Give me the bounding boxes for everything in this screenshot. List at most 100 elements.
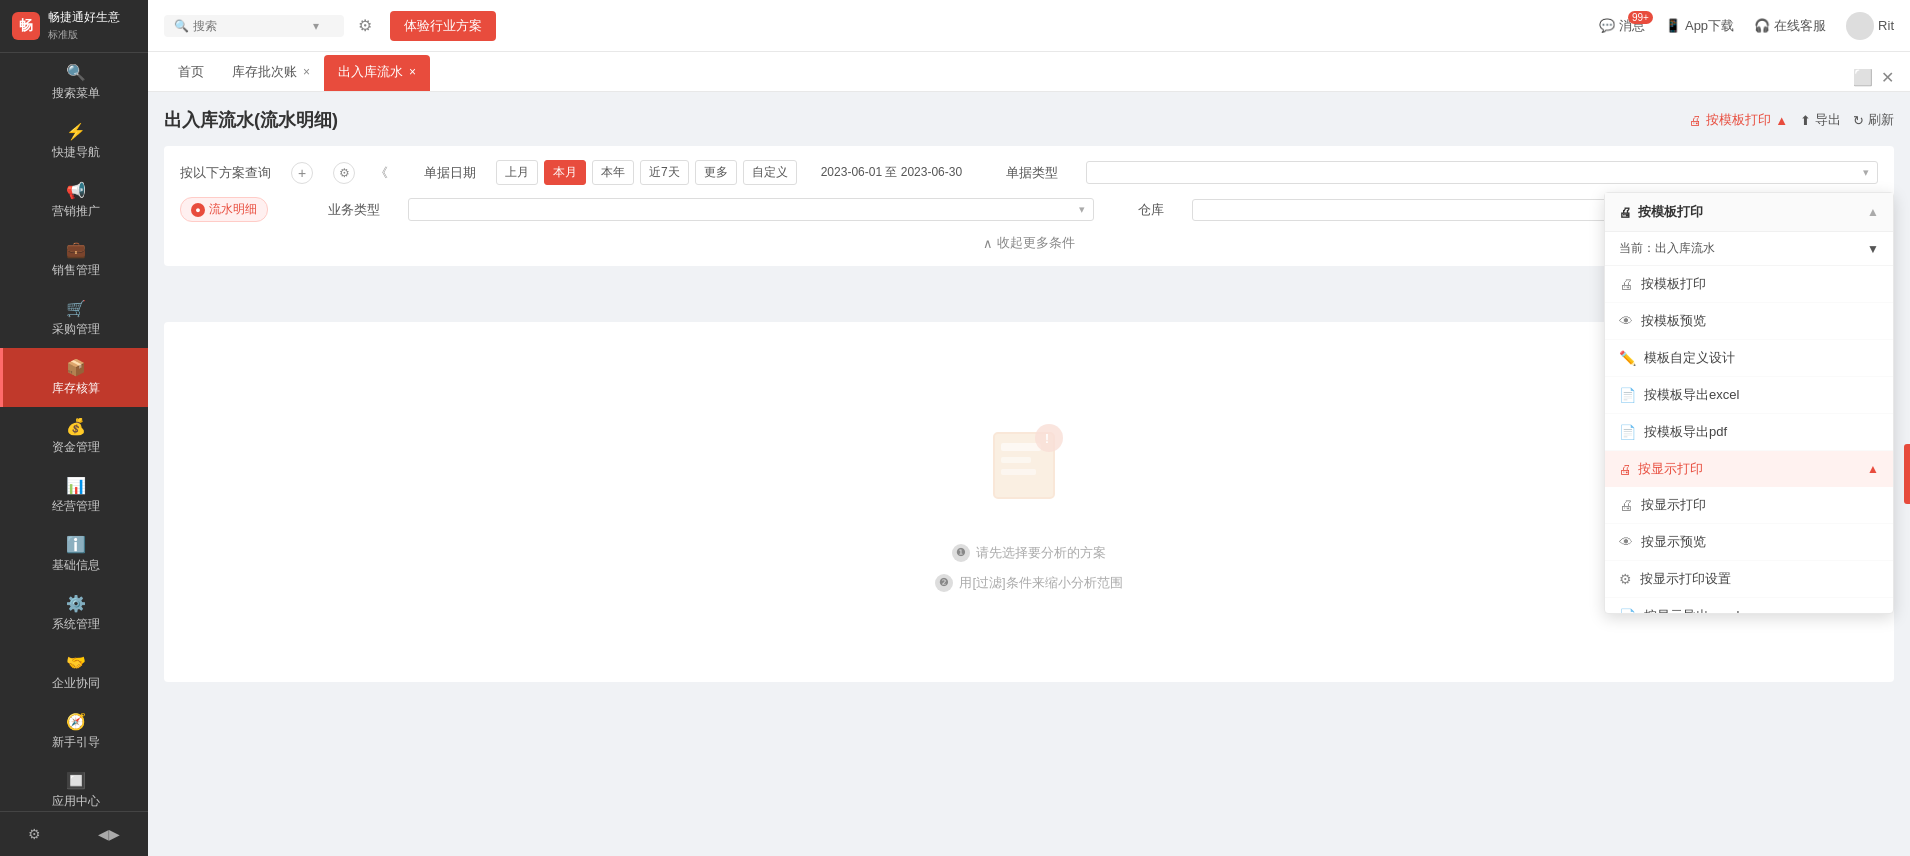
app-download-btn[interactable]: 📱 App下载 bbox=[1665, 17, 1734, 35]
sidebar-nav: 🔍 搜索菜单 ⚡ 快捷导航 📢 营销推广 💼 销售管理 🛒 采购管理 📦 库存核… bbox=[0, 53, 148, 811]
sidebar-settings-btn[interactable]: ⚙ bbox=[20, 822, 49, 846]
sidebar-item-system[interactable]: ⚙️ 系统管理 bbox=[0, 584, 148, 643]
current-year-btn[interactable]: 本年 bbox=[592, 160, 634, 185]
custom-btn[interactable]: 自定义 bbox=[743, 160, 797, 185]
dropdown-current[interactable]: 当前：出入库流水 ▼ bbox=[1605, 232, 1893, 266]
warehouse-label: 仓库 bbox=[1138, 201, 1164, 219]
dropdown-item-template-pdf[interactable]: 📄 按模板导出pdf bbox=[1605, 414, 1893, 451]
customer-service-btn[interactable]: 🎧 在线客服 bbox=[1754, 17, 1826, 35]
page-header: 出入库流水(流水明细) 🖨 按模板打印 ▲ ⬆ 导出 ↻ 刷新 bbox=[164, 108, 1894, 132]
template-custom-icon: ✏️ bbox=[1619, 350, 1636, 366]
date-label: 单据日期 bbox=[424, 164, 476, 182]
system-icon: ⚙️ bbox=[66, 594, 86, 613]
tab-batch-close[interactable]: × bbox=[303, 65, 310, 79]
svg-rect-2 bbox=[1001, 457, 1031, 463]
tab-batch[interactable]: 库存批次账 × bbox=[218, 55, 324, 91]
print-dropdown-panel: 🖨 按模板打印 ▲ 当前：出入库流水 ▼ 🖨 按模板打印 👁 bbox=[1604, 192, 1894, 614]
topbar-right: 💬 消息 99+ 📱 App下载 🎧 在线客服 Rit bbox=[1599, 12, 1894, 40]
template-print-icon: 🖨 bbox=[1619, 276, 1633, 292]
sidebar-item-finance[interactable]: 💰 资金管理 bbox=[0, 407, 148, 466]
tab-flow-close[interactable]: × bbox=[409, 65, 416, 79]
print-header-icon: 🖨 bbox=[1619, 205, 1632, 220]
dropdown-section-display[interactable]: 🖨 按显示打印 ▲ bbox=[1605, 451, 1893, 487]
filter-collapse-btn[interactable]: 《 bbox=[375, 164, 388, 182]
right-edge-bar bbox=[1904, 444, 1910, 504]
guide-icon: 🧭 bbox=[66, 712, 86, 731]
message-btn[interactable]: 💬 消息 99+ bbox=[1599, 17, 1645, 35]
dropdown-item-display-print[interactable]: 🖨 按显示打印 bbox=[1605, 487, 1893, 524]
dropdown-scroll: 🖨 按模板打印 ▲ 当前：出入库流水 ▼ 🖨 按模板打印 👁 bbox=[1605, 193, 1893, 613]
gear-icon[interactable]: ⚙ bbox=[358, 16, 372, 35]
date-range-display: 2023-06-01 至 2023-06-30 bbox=[821, 164, 962, 181]
search-dropdown-arrow[interactable]: ▾ bbox=[313, 19, 319, 33]
apps-icon: 🔲 bbox=[66, 771, 86, 790]
tab-flow[interactable]: 出入库流水 × bbox=[324, 55, 430, 91]
tab-restore-btn[interactable]: ⬜ bbox=[1853, 68, 1873, 87]
sidebar-item-inventory[interactable]: 📦 库存核算 bbox=[0, 348, 148, 407]
sidebar-item-quicknav[interactable]: ⚡ 快捷导航 bbox=[0, 112, 148, 171]
corp-icon: 🤝 bbox=[66, 653, 86, 672]
sidebar-item-search[interactable]: 🔍 搜索菜单 bbox=[0, 53, 148, 112]
print-template-btn[interactable]: 🖨 按模板打印 ▲ bbox=[1689, 111, 1788, 129]
chevron-up-icon-filter: ∧ bbox=[983, 236, 993, 251]
phone-icon: 📱 bbox=[1665, 18, 1681, 33]
tab-bar: 首页 库存批次账 × 出入库流水 × ⬜ ✕ bbox=[148, 52, 1910, 92]
type-select[interactable]: ▾ bbox=[1086, 161, 1878, 184]
dropdown-header-arrow[interactable]: ▲ bbox=[1867, 205, 1879, 219]
username-label: Rit bbox=[1878, 18, 1894, 33]
search-input[interactable] bbox=[193, 19, 313, 33]
quicknav-icon: ⚡ bbox=[66, 122, 86, 141]
topbar: 🔍 ▾ ⚙ 体验行业方案 💬 消息 99+ 📱 App下载 🎧 在线客服 Rit bbox=[148, 0, 1910, 52]
message-badge: 99+ bbox=[1628, 11, 1653, 24]
sidebar-item-basic[interactable]: ℹ️ 基础信息 bbox=[0, 525, 148, 584]
sidebar-item-marketing[interactable]: 📢 营销推广 bbox=[0, 171, 148, 230]
svg-point-4 bbox=[1035, 424, 1063, 452]
dropdown-item-display-excel[interactable]: 📄 按显示导出excel bbox=[1605, 598, 1893, 613]
biz-type-arrow: ▾ bbox=[1079, 203, 1085, 216]
sidebar-item-operations[interactable]: 📊 经营管理 bbox=[0, 466, 148, 525]
tab-close-all-btn[interactable]: ✕ bbox=[1881, 68, 1894, 87]
empty-illustration: ! bbox=[979, 413, 1079, 532]
message-icon: 💬 bbox=[1599, 18, 1615, 33]
last7-btn[interactable]: 近7天 bbox=[640, 160, 689, 185]
display-print-icon: 🖨 bbox=[1619, 497, 1633, 513]
basic-icon: ℹ️ bbox=[66, 535, 86, 554]
headset-icon: 🎧 bbox=[1754, 18, 1770, 33]
display-section-title: 🖨 按显示打印 bbox=[1619, 460, 1703, 478]
sidebar-collapse-btn[interactable]: ◀▶ bbox=[90, 822, 128, 846]
biz-type-select[interactable]: ▾ bbox=[408, 198, 1094, 221]
refresh-btn[interactable]: ↻ 刷新 bbox=[1853, 111, 1894, 129]
export-btn[interactable]: ⬆ 导出 bbox=[1800, 111, 1841, 129]
sidebar-item-guide[interactable]: 🧭 新手引导 bbox=[0, 702, 148, 761]
print-icon: 🖨 bbox=[1689, 113, 1702, 128]
prev-month-btn[interactable]: 上月 bbox=[496, 160, 538, 185]
operations-icon: 📊 bbox=[66, 476, 86, 495]
svg-rect-1 bbox=[1001, 443, 1041, 451]
filter-settings-btn[interactable]: ⚙ bbox=[333, 162, 355, 184]
dropdown-item-template-print[interactable]: 🖨 按模板打印 bbox=[1605, 266, 1893, 303]
sidebar-item-corp[interactable]: 🤝 企业协同 bbox=[0, 643, 148, 702]
search-icon: 🔍 bbox=[66, 63, 86, 82]
page-content: 出入库流水(流水明细) 🖨 按模板打印 ▲ ⬆ 导出 ↻ 刷新 bbox=[148, 92, 1910, 856]
industry-btn[interactable]: 体验行业方案 bbox=[390, 11, 496, 41]
current-month-btn[interactable]: 本月 bbox=[544, 160, 586, 185]
sidebar-item-purchase[interactable]: 🛒 采购管理 bbox=[0, 289, 148, 348]
biz-type-label: 业务类型 bbox=[328, 201, 380, 219]
more-btn[interactable]: 更多 bbox=[695, 160, 737, 185]
sidebar-item-sales[interactable]: 💼 销售管理 bbox=[0, 230, 148, 289]
sidebar-bottom: ⚙ ◀▶ bbox=[0, 811, 148, 856]
chevron-up-icon: ▲ bbox=[1775, 113, 1788, 128]
dropdown-item-display-settings[interactable]: ⚙ 按显示打印设置 bbox=[1605, 561, 1893, 598]
logo-icon: 畅 bbox=[12, 12, 40, 40]
filter-add-btn[interactable]: + bbox=[291, 162, 313, 184]
filter-row-1: 按以下方案查询 + ⚙ 《 单据日期 上月 本月 本年 近7天 更多 自定义 2… bbox=[180, 160, 1878, 185]
dropdown-item-template-preview[interactable]: 👁 按模板预览 bbox=[1605, 303, 1893, 340]
dropdown-item-template-custom[interactable]: ✏️ 模板自定义设计 bbox=[1605, 340, 1893, 377]
sidebar-item-apps[interactable]: 🔲 应用中心 bbox=[0, 761, 148, 811]
dropdown-item-template-excel[interactable]: 📄 按模板导出excel bbox=[1605, 377, 1893, 414]
tab-home[interactable]: 首页 bbox=[164, 55, 218, 91]
user-avatar-area[interactable]: Rit bbox=[1846, 12, 1894, 40]
filter-tag-icon: ● bbox=[191, 203, 205, 217]
inventory-icon: 📦 bbox=[66, 358, 86, 377]
dropdown-item-display-preview[interactable]: 👁 按显示预览 bbox=[1605, 524, 1893, 561]
